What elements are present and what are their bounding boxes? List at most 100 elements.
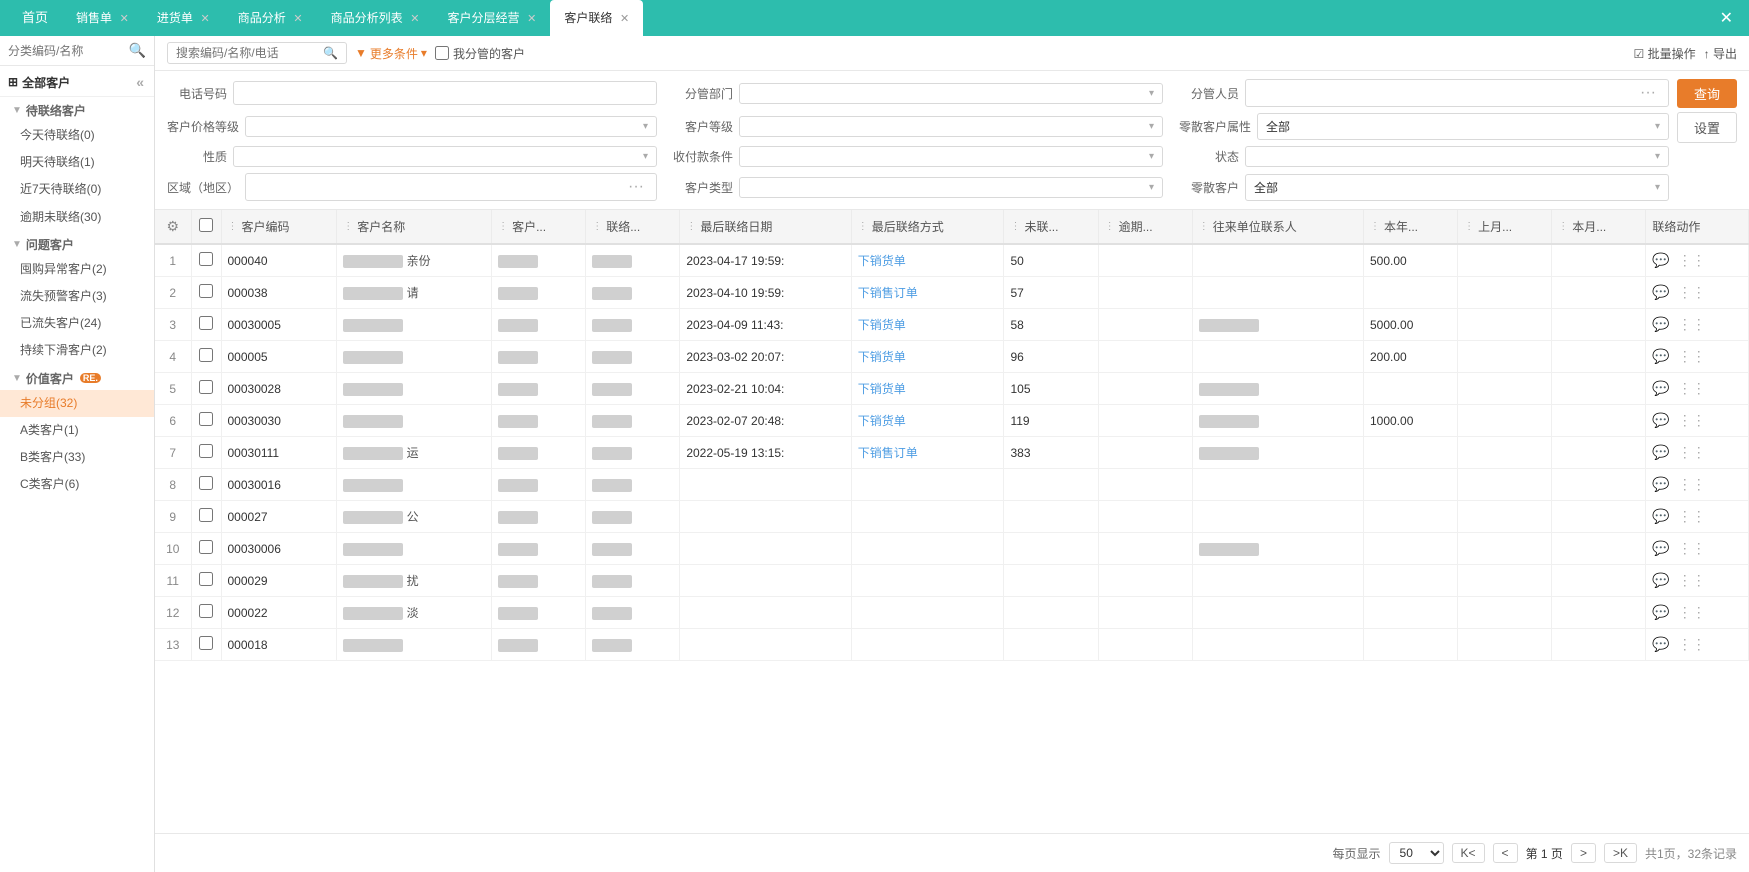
last-page-btn[interactable]: >K [1604,843,1637,863]
sidebar-item-tomorrow[interactable]: 明天待联络(1) [0,149,154,176]
row-checkbox[interactable] [199,476,213,490]
chat-icon[interactable]: 💬 [1652,252,1669,269]
window-close-button[interactable]: ✕ [1712,8,1741,28]
manager-select[interactable]: ··· [1245,79,1669,107]
select-all-checkbox[interactable] [199,218,213,232]
payment-select[interactable]: ▾ [739,146,1163,167]
method-link[interactable]: 下销货单 [858,414,906,428]
method-link[interactable]: 下销货单 [858,318,906,332]
my-customer-cb[interactable] [435,46,449,60]
prev-page-btn[interactable]: < [1493,843,1518,863]
sidebar-item-declining[interactable]: 持续下滑客户(2) [0,337,154,364]
nav-home[interactable]: 首页 [8,0,62,36]
more-action-icon[interactable]: ⋮⋮ [1678,380,1706,397]
nav-tab-purchase[interactable]: 进货单 ✕ [143,0,224,36]
sidebar-item-b-class[interactable]: B类客户(33) [0,444,154,471]
more-action-icon[interactable]: ⋮⋮ [1678,252,1706,269]
row-checkbox[interactable] [199,252,213,266]
batch-op-btn[interactable]: ☑ 批量操作 [1634,45,1696,62]
nav-tab-sales[interactable]: 销售单 ✕ [62,0,143,36]
gear-icon[interactable]: ⚙ [166,218,179,234]
more-action-icon[interactable]: ⋮⋮ [1678,636,1706,653]
row-checkbox[interactable] [199,348,213,362]
manager-dots-icon[interactable]: ··· [1636,84,1660,102]
section-pending-contact[interactable]: ▼ 待联络客户 [0,97,154,122]
page-size-select[interactable]: 50 100 [1389,842,1444,864]
method-link[interactable]: 下销售订单 [858,446,918,460]
chat-icon[interactable]: 💬 [1652,572,1669,589]
main-search-input[interactable] [176,46,319,60]
more-action-icon[interactable]: ⋮⋮ [1678,348,1706,365]
chat-icon[interactable]: 💬 [1652,636,1669,653]
chat-icon[interactable]: 💬 [1652,508,1669,525]
more-action-icon[interactable]: ⋮⋮ [1678,284,1706,301]
method-link[interactable]: 下销货单 [858,350,906,364]
region-dots-icon[interactable]: ··· [624,178,648,196]
method-link[interactable]: 下销售订单 [858,286,918,300]
chat-icon[interactable]: 💬 [1652,284,1669,301]
sidebar-search-icon[interactable]: 🔍 [129,42,146,59]
retail-customer-select[interactable]: 全部 ▾ [1245,174,1669,201]
more-action-icon[interactable]: ⋮⋮ [1678,444,1706,461]
close-customer-mgmt-tab[interactable]: ✕ [527,13,536,25]
row-checkbox[interactable] [199,412,213,426]
price-level-select[interactable]: ▾ [245,116,657,137]
retail-attr-select[interactable]: 全部 ▾ [1257,113,1669,140]
dept-select[interactable]: ▾ [739,83,1163,104]
sidebar-item-a-class[interactable]: A类客户(1) [0,417,154,444]
sidebar-item-today[interactable]: 今天待联络(0) [0,122,154,149]
method-link[interactable]: 下销货单 [858,382,906,396]
row-checkbox[interactable] [199,316,213,330]
sidebar-item-overdue[interactable]: 逾期未联络(30) [0,204,154,231]
more-filter-btn[interactable]: ▼ 更多条件 ▾ [355,45,427,62]
nav-tab-product-analysis[interactable]: 商品分析 ✕ [224,0,317,36]
sidebar-item-ungraded[interactable]: 未分组(32) [0,390,154,417]
sidebar-search-input[interactable] [8,44,125,58]
more-action-icon[interactable]: ⋮⋮ [1678,508,1706,525]
method-link[interactable]: 下销货单 [858,254,906,268]
more-action-icon[interactable]: ⋮⋮ [1678,316,1706,333]
row-checkbox[interactable] [199,444,213,458]
section-value-customers[interactable]: ▼ 价值客户 RE. [0,365,154,390]
more-action-icon[interactable]: ⋮⋮ [1678,572,1706,589]
chat-icon[interactable]: 💬 [1652,380,1669,397]
sidebar-item-c-class[interactable]: C类客户(6) [0,471,154,498]
close-customer-contact-tab[interactable]: ✕ [620,13,629,25]
chat-icon[interactable]: 💬 [1652,316,1669,333]
nature-select[interactable]: ▾ [233,146,657,167]
close-product-list-tab[interactable]: ✕ [410,13,419,25]
row-checkbox[interactable] [199,572,213,586]
first-page-btn[interactable]: K< [1452,843,1485,863]
main-search-icon[interactable]: 🔍 [323,46,338,60]
reset-button[interactable]: 设置 [1677,112,1737,143]
row-checkbox[interactable] [199,604,213,618]
sidebar-item-churned[interactable]: 已流失客户(24) [0,310,154,337]
sidebar-collapse-icon[interactable]: « [134,72,146,92]
region-select[interactable]: ··· [245,173,657,201]
nav-tab-product-list[interactable]: 商品分析列表 ✕ [317,0,434,36]
more-action-icon[interactable]: ⋮⋮ [1678,476,1706,493]
row-checkbox[interactable] [199,540,213,554]
phone-input[interactable] [233,81,657,105]
row-checkbox[interactable] [199,508,213,522]
status-select[interactable]: ▾ [1245,146,1669,167]
section-problem-customers[interactable]: ▼ 问题客户 [0,231,154,256]
more-action-icon[interactable]: ⋮⋮ [1678,604,1706,621]
chat-icon[interactable]: 💬 [1652,540,1669,557]
chat-icon[interactable]: 💬 [1652,604,1669,621]
more-action-icon[interactable]: ⋮⋮ [1678,412,1706,429]
my-customer-checkbox[interactable]: 我分管的客户 [435,45,525,62]
nav-tab-customer-mgmt[interactable]: 客户分层经营 ✕ [433,0,550,36]
sidebar-item-hoarding[interactable]: 囤购异常客户(2) [0,256,154,283]
customer-type-select[interactable]: ▾ [739,177,1163,198]
chat-icon[interactable]: 💬 [1652,444,1669,461]
close-product-tab[interactable]: ✕ [293,13,302,25]
close-sales-tab[interactable]: ✕ [120,13,129,25]
chat-icon[interactable]: 💬 [1652,476,1669,493]
next-page-btn[interactable]: > [1571,843,1596,863]
nav-tab-customer-contact[interactable]: 客户联络 ✕ [550,0,643,36]
close-purchase-tab[interactable]: ✕ [201,13,210,25]
customer-level-select[interactable]: ▾ [739,116,1163,137]
chat-icon[interactable]: 💬 [1652,412,1669,429]
all-customers-header[interactable]: ⊞ 全部客户 « [0,66,154,97]
